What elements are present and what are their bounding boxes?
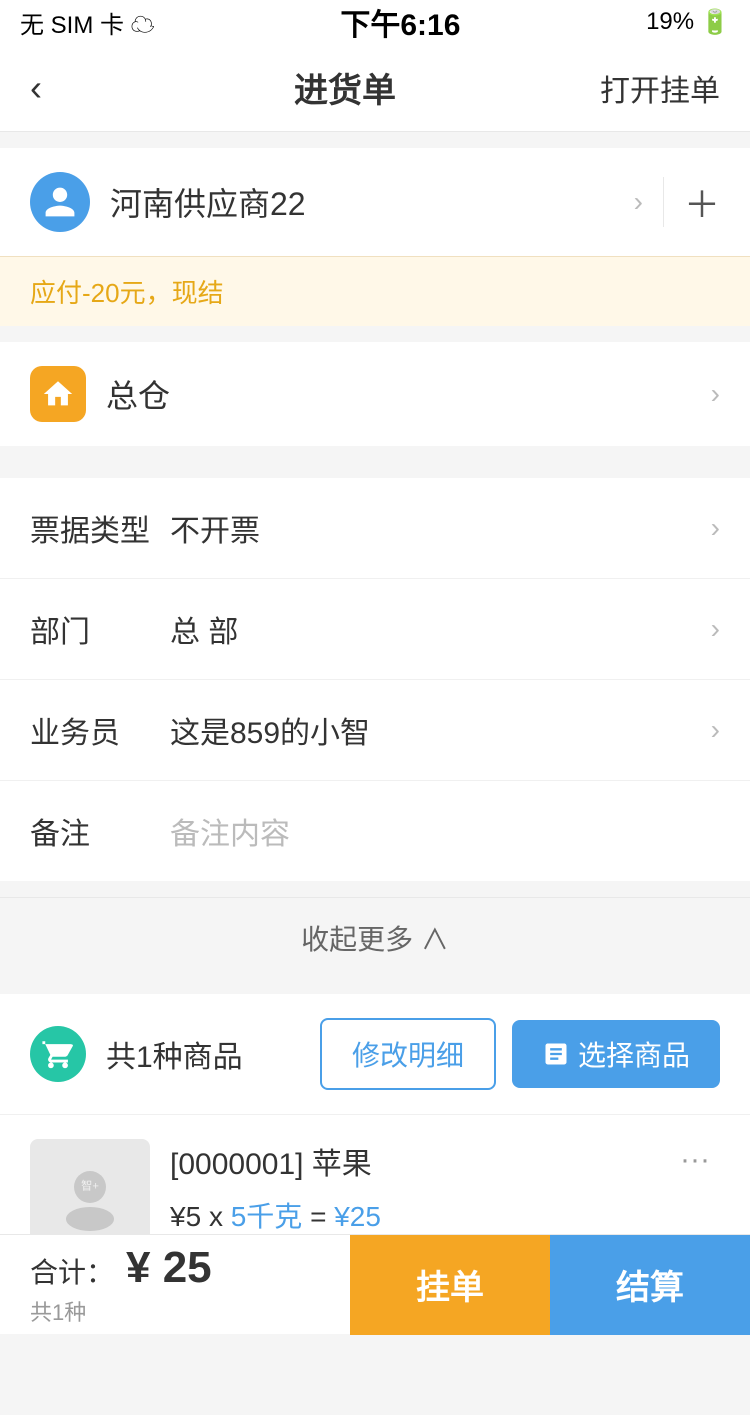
price-separator: x bbox=[209, 1201, 231, 1232]
shopping-icon bbox=[41, 1037, 75, 1071]
department-row[interactable]: 部门 总 部 › bbox=[0, 579, 750, 680]
product-info: [0000001] 苹果 ¥5 x 5千克 = ¥25 bbox=[170, 1139, 650, 1235]
back-button[interactable]: ‹ bbox=[30, 67, 90, 109]
status-time: 下午6:16 bbox=[340, 0, 460, 44]
warehouse-chevron-icon: › bbox=[711, 378, 720, 410]
divider bbox=[663, 177, 664, 227]
product-code: [0000001] bbox=[170, 1148, 312, 1181]
department-chevron-icon: › bbox=[711, 613, 720, 645]
total-value: ¥25 bbox=[334, 1201, 381, 1232]
select-product-button[interactable]: 选择商品 bbox=[512, 1020, 720, 1088]
gap1 bbox=[0, 132, 750, 148]
supplier-row[interactable]: 河南供应商22 › ＋ bbox=[0, 148, 750, 256]
salesperson-chevron-icon: › bbox=[711, 714, 720, 746]
supplier-avatar bbox=[30, 172, 90, 232]
total-label: 合计： bbox=[30, 1251, 114, 1291]
remark-row[interactable]: 备注 备注内容 bbox=[0, 781, 750, 881]
nav-bar: ‹ 进货单 打开挂单 bbox=[0, 44, 750, 132]
product-placeholder-icon: 智+ bbox=[50, 1159, 130, 1239]
footer: 合计： ¥ 25 共1种 挂单 结算 bbox=[0, 1234, 750, 1334]
warehouse-row[interactable]: 总仓 › bbox=[0, 342, 750, 446]
gap4 bbox=[0, 978, 750, 994]
battery-icon: 🔋 bbox=[700, 8, 730, 37]
total-amount: ¥ 25 bbox=[126, 1243, 212, 1293]
page-title: 进货单 bbox=[294, 63, 396, 112]
salesperson-row[interactable]: 业务员 这是859的小智 › bbox=[0, 680, 750, 781]
footer-total: 合计： ¥ 25 共1种 bbox=[0, 1243, 350, 1327]
total-sub: 共1种 bbox=[30, 1295, 320, 1327]
supplier-notice: 应付-20元，现结 bbox=[0, 256, 750, 326]
person-icon bbox=[42, 184, 78, 220]
product-name: [0000001] 苹果 bbox=[170, 1139, 650, 1183]
footer-total-row: 合计： ¥ 25 bbox=[30, 1243, 320, 1293]
status-left: 无 SIM 卡 ☁ bbox=[20, 5, 155, 40]
quantity-value: 5千克 bbox=[231, 1201, 303, 1232]
invoice-type-value: 不开票 bbox=[170, 506, 711, 550]
hang-order-button[interactable]: 挂单 bbox=[350, 1235, 550, 1335]
department-label: 部门 bbox=[30, 607, 170, 651]
home-icon bbox=[41, 377, 75, 411]
status-bar: 无 SIM 卡 ☁ 下午6:16 19% 🔋 bbox=[0, 0, 750, 44]
salesperson-value: 这是859的小智 bbox=[170, 708, 711, 752]
department-value: 总 部 bbox=[170, 607, 711, 651]
warehouse-section: 总仓 › bbox=[0, 342, 750, 446]
svg-text:智+: 智+ bbox=[81, 1178, 99, 1192]
supplier-chevron-icon: › bbox=[634, 186, 643, 218]
invoice-type-row[interactable]: 票据类型 不开票 › bbox=[0, 478, 750, 579]
edit-detail-button[interactable]: 修改明细 bbox=[320, 1018, 496, 1090]
supplier-name: 河南供应商22 bbox=[110, 179, 634, 225]
remark-input[interactable]: 备注内容 bbox=[170, 809, 720, 853]
select-product-icon bbox=[542, 1040, 570, 1068]
invoice-type-label: 票据类型 bbox=[30, 506, 170, 550]
product-price: ¥5 x 5千克 = ¥25 bbox=[170, 1195, 650, 1235]
supplier-section: 河南供应商22 › ＋ 应付-20元，现结 bbox=[0, 148, 750, 326]
add-supplier-button[interactable]: ＋ bbox=[684, 176, 720, 228]
warehouse-name: 总仓 bbox=[106, 371, 711, 417]
select-product-label: 选择商品 bbox=[578, 1034, 690, 1074]
collapse-button[interactable]: 收起更多 ∧ bbox=[0, 897, 750, 978]
remark-label: 备注 bbox=[30, 809, 170, 853]
sim-status: 无 SIM 卡 ☁ bbox=[20, 5, 155, 40]
equals-sign: = bbox=[310, 1201, 334, 1232]
invoice-chevron-icon: › bbox=[711, 512, 720, 544]
product-header: 共1种商品 修改明细 选择商品 bbox=[0, 994, 750, 1115]
settle-button[interactable]: 结算 bbox=[550, 1235, 750, 1335]
price-value: ¥5 bbox=[170, 1201, 201, 1232]
gap2 bbox=[0, 326, 750, 342]
salesperson-label: 业务员 bbox=[30, 708, 170, 752]
status-right: 19% 🔋 bbox=[646, 8, 730, 37]
product-icon bbox=[30, 1026, 86, 1082]
open-pending-button[interactable]: 打开挂单 bbox=[600, 66, 720, 110]
product-title: 苹果 bbox=[312, 1148, 372, 1181]
product-count: 共1种商品 bbox=[106, 1032, 320, 1076]
gap3 bbox=[0, 462, 750, 478]
warehouse-icon bbox=[30, 366, 86, 422]
form-section: 票据类型 不开票 › 部门 总 部 › 业务员 这是859的小智 › 备注 备注… bbox=[0, 478, 750, 881]
battery-status: 19% bbox=[646, 8, 694, 36]
product-more-button[interactable]: ··· bbox=[670, 1139, 720, 1181]
